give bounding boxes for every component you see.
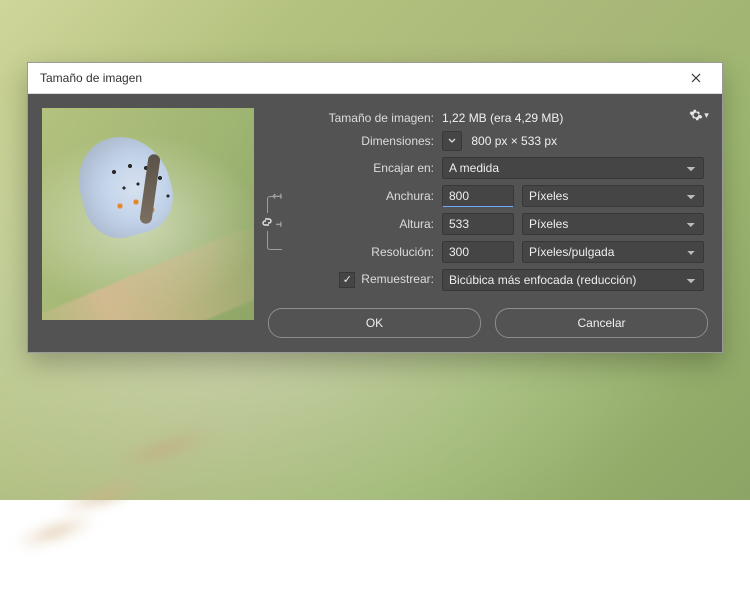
width-drag-handle[interactable]: ↤ (268, 182, 286, 210)
resample-checkbox[interactable]: ✓ (339, 272, 355, 288)
width-label: Anchura: (286, 182, 438, 210)
fit-to-select[interactable]: A medida (442, 157, 704, 179)
dimensions-label: Dimensiones: (286, 128, 438, 154)
resolution-label: Resolución: (286, 238, 438, 266)
fit-to-label: Encajar en: (286, 154, 438, 182)
form-area: ▾ Tamaño de imagen: 1,22 MB (era 4,29 MB… (268, 108, 708, 338)
titlebar[interactable]: Tamaño de imagen (28, 63, 722, 94)
height-input[interactable] (442, 213, 514, 235)
settings-menu-button[interactable]: ▾ (688, 104, 710, 126)
close-button[interactable] (678, 64, 714, 92)
image-size-dialog: Tamaño de imagen ▾ (27, 62, 723, 353)
image-size-value: 1,22 MB (era 4,29 MB) (442, 111, 563, 125)
image-preview (42, 108, 254, 320)
ok-button[interactable]: OK (268, 308, 481, 338)
gear-icon (689, 108, 703, 122)
link-icon (261, 215, 273, 229)
constrain-proportions-toggle[interactable] (258, 213, 276, 231)
height-unit-select[interactable]: Píxeles (522, 213, 704, 235)
resample-label: Remuestrear: (361, 272, 434, 286)
dialog-title: Tamaño de imagen (40, 71, 678, 85)
resample-method-select[interactable]: Bicúbica más enfocada (reducción) (442, 269, 704, 291)
height-label: Altura: (286, 210, 438, 238)
dimensions-value: 800 px × 533 px (471, 134, 557, 148)
chevron-down-icon (448, 137, 456, 145)
cancel-button[interactable]: Cancelar (495, 308, 708, 338)
image-size-label: Tamaño de imagen: (286, 108, 438, 128)
close-icon (691, 73, 701, 83)
width-unit-select[interactable]: Píxeles (522, 185, 704, 207)
width-input[interactable] (442, 185, 514, 207)
dimensions-unit-dropdown[interactable] (442, 131, 462, 151)
resolution-unit-select[interactable]: Píxeles/pulgada (522, 241, 704, 263)
resolution-input[interactable] (442, 241, 514, 263)
